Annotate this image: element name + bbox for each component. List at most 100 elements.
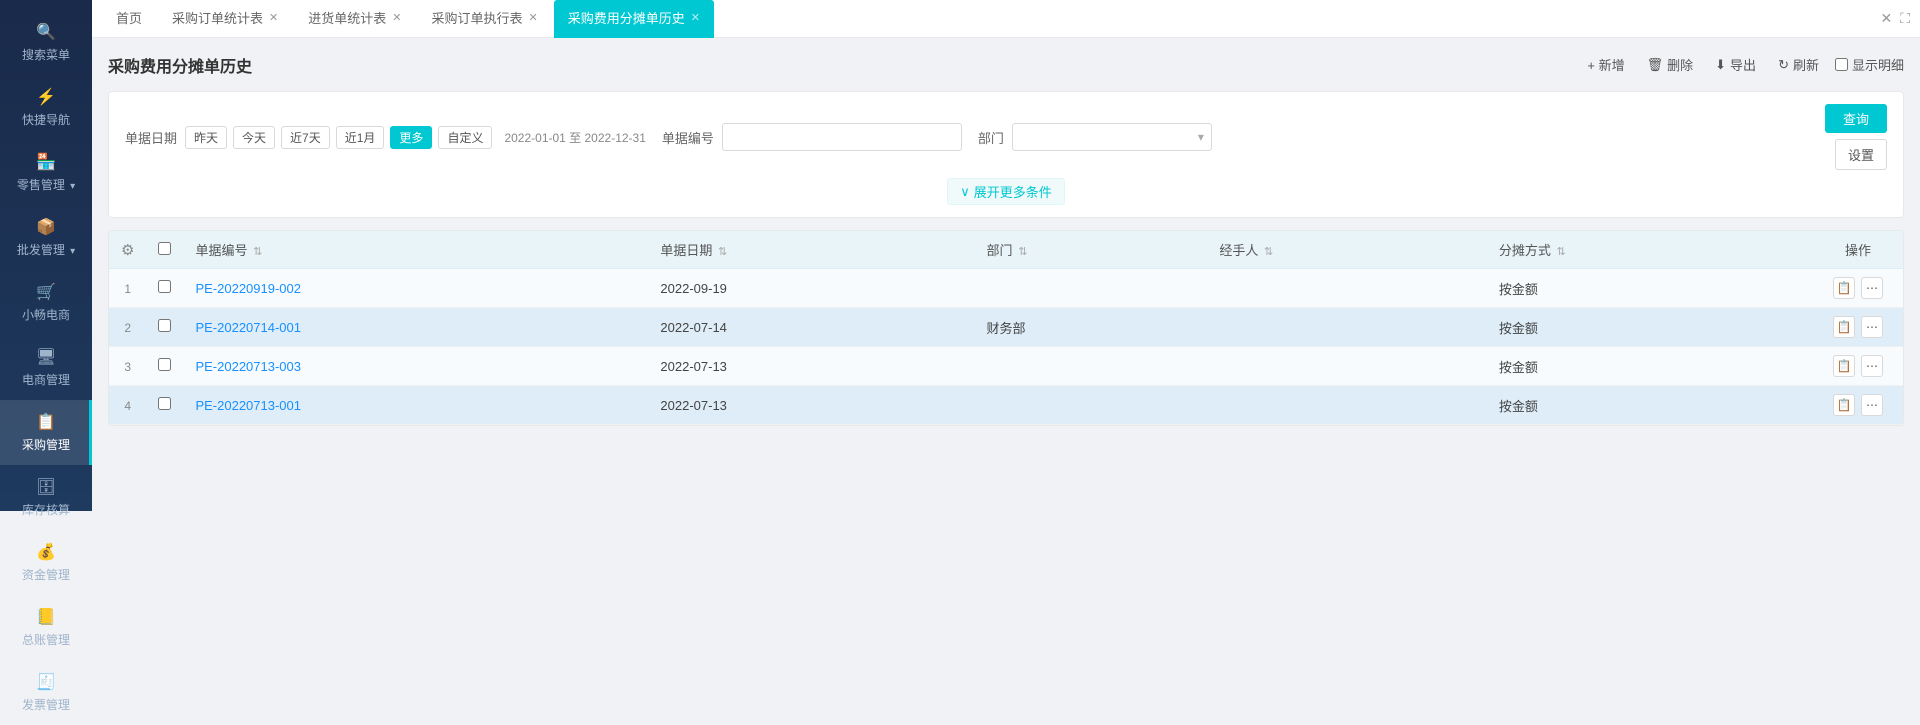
row-handler-1 <box>1207 269 1486 308</box>
bill-no-link-4[interactable]: PE-20220713-001 <box>195 398 301 413</box>
split-method-sort-icon[interactable]: ⇅ <box>1556 246 1565 258</box>
date-btn-0[interactable]: 昨天 <box>185 126 227 149</box>
op-more-4[interactable]: ⋯ <box>1861 394 1883 416</box>
date-filter-group: 单据日期 昨天今天近7天近1月更多自定义 2022-01-01 至 2022-1… <box>125 126 646 149</box>
date-btn-1[interactable]: 今天 <box>233 126 275 149</box>
tab-label-purchase-cost-history: 采购费用分摊单历史 <box>568 8 685 27</box>
bill-no-link-3[interactable]: PE-20220713-003 <box>195 359 301 374</box>
date-btn-3[interactable]: 近1月 <box>336 126 385 149</box>
close-window-icon[interactable]: ✕ <box>1880 10 1892 27</box>
show-cols-checkbox[interactable]: 显示明细 <box>1835 55 1904 74</box>
tab-label-purchase-order-exec: 采购订单执行表 <box>431 8 522 27</box>
bill-no-sort-icon[interactable]: ⇅ <box>253 246 262 258</box>
add-button[interactable]: + 新增 <box>1581 52 1630 77</box>
refresh-button[interactable]: ↻ 刷新 <box>1772 52 1825 77</box>
date-buttons: 昨天今天近7天近1月更多自定义 <box>185 126 492 149</box>
sidebar-item-ecom-small[interactable]: 🛒 小畅电商 <box>0 270 92 335</box>
col-bill-no-header: 单据编号 ⇅ <box>183 231 648 269</box>
tab-purchase-cost-history[interactable]: 采购费用分摊单历史 ✕ <box>554 0 714 38</box>
sidebar-item-ecom[interactable]: 🖥 电商管理 <box>0 335 92 400</box>
tab-purchase-order-exec[interactable]: 采购订单执行表 ✕ <box>417 0 551 38</box>
op-edit-3[interactable]: 📋 <box>1833 355 1855 377</box>
row-split-method-3: 按金额 <box>1487 347 1813 386</box>
bill-no-input[interactable] <box>722 123 962 151</box>
row-checkbox-2[interactable] <box>158 319 171 332</box>
row-check-3 <box>146 347 183 386</box>
table-head: ⚙ 单据编号 ⇅ 单据日期 ⇅ <box>109 231 1903 269</box>
tab-purchase-order-stats[interactable]: 采购订单统计表 ✕ <box>158 0 292 38</box>
sidebar-label-search: 搜索菜单 <box>22 48 70 62</box>
bill-no-link-1[interactable]: PE-20220919-002 <box>195 281 301 296</box>
table-wrap: ⚙ 单据编号 ⇅ 单据日期 ⇅ <box>108 230 1904 426</box>
sidebar-label-wholesale: 批发管理 ▾ <box>17 243 75 257</box>
sidebar-item-ledger[interactable]: 📒 总账管理 <box>0 595 92 660</box>
sidebar-item-quick[interactable]: ⚡ 快捷导航 <box>0 75 92 140</box>
bill-no-link-2[interactable]: PE-20220714-001 <box>195 320 301 335</box>
op-icons-4: 📋 ⋯ <box>1825 394 1891 416</box>
col-split-method-header: 分摊方式 ⇅ <box>1487 231 1813 269</box>
sidebar: 🔍 搜索菜单 ⚡ 快捷导航 🏪 零售管理 ▾ 📦 批发管理 ▾ 🛒 小畅电商 🖥… <box>0 0 92 511</box>
tab-bar: 首页 采购订单统计表 ✕ 进货单统计表 ✕ 采购订单执行表 ✕ 采购费用分摊单历… <box>92 0 1920 38</box>
row-checkbox-4[interactable] <box>158 397 171 410</box>
op-edit-4[interactable]: 📋 <box>1833 394 1855 416</box>
op-edit-2[interactable]: 📋 <box>1833 316 1855 338</box>
tab-close-purchase-cost-history[interactable]: ✕ <box>691 11 700 24</box>
tab-close-inbound-stats[interactable]: ✕ <box>392 11 401 24</box>
sidebar-item-search[interactable]: 🔍 搜索菜单 <box>0 10 92 75</box>
bill-date-sort-icon[interactable]: ⇅ <box>718 246 727 258</box>
dept-sort-icon[interactable]: ⇅ <box>1018 246 1027 258</box>
row-handler-4 <box>1207 386 1486 425</box>
row-op-4: 📋 ⋯ <box>1813 386 1903 425</box>
table-row: 1 PE-20220919-002 2022-09-19 按金额 📋 ⋯ <box>109 269 1903 308</box>
col-bill-date-header: 单据日期 ⇅ <box>648 231 974 269</box>
op-edit-1[interactable]: 📋 <box>1833 277 1855 299</box>
sidebar-label-purchase: 采购管理 <box>22 438 70 452</box>
maximize-icon[interactable]: ⛶ <box>1900 10 1910 27</box>
row-op-2: 📋 ⋯ <box>1813 308 1903 347</box>
tab-close-purchase-order-stats[interactable]: ✕ <box>269 11 278 24</box>
filter-area: 单据日期 昨天今天近7天近1月更多自定义 2022-01-01 至 2022-1… <box>108 91 1904 218</box>
table-settings-icon[interactable]: ⚙ <box>121 242 134 259</box>
row-split-method-4: 按金额 <box>1487 386 1813 425</box>
row-checkbox-3[interactable] <box>158 358 171 371</box>
sidebar-item-purchase[interactable]: 📋 采购管理 <box>0 400 92 465</box>
op-icons-3: 📋 ⋯ <box>1825 355 1891 377</box>
op-more-3[interactable]: ⋯ <box>1861 355 1883 377</box>
delete-button[interactable]: 🗑 删除 <box>1641 52 1700 77</box>
query-button[interactable]: 查询 <box>1825 104 1887 133</box>
select-all-checkbox[interactable] <box>158 242 171 255</box>
row-checkbox-1[interactable] <box>158 280 171 293</box>
page-header: 采购费用分摊单历史 + 新增 🗑 删除 ⬇ 导出 ↻ 刷新 显示明细 <box>108 52 1904 77</box>
dept-filter-group: 部门 财务部 <box>978 123 1212 151</box>
row-bill-no-2: PE-20220714-001 <box>183 308 648 347</box>
export-button[interactable]: ⬇ 导出 <box>1709 52 1762 77</box>
sidebar-label-retail: 零售管理 ▾ <box>17 178 75 192</box>
table-row: 4 PE-20220713-001 2022-07-13 按金额 📋 ⋯ <box>109 386 1903 425</box>
date-btn-4[interactable]: 更多 <box>390 126 432 149</box>
dept-select[interactable]: 财务部 <box>1012 123 1212 151</box>
date-btn-5[interactable]: 自定义 <box>438 126 492 149</box>
row-bill-no-3: PE-20220713-003 <box>183 347 648 386</box>
main-content: 首页 采购订单统计表 ✕ 进货单统计表 ✕ 采购订单执行表 ✕ 采购费用分摊单历… <box>92 0 1920 511</box>
op-more-1[interactable]: ⋯ <box>1861 277 1883 299</box>
sidebar-item-invoice[interactable]: 🧾 发票管理 <box>0 660 92 725</box>
sidebar-item-finance[interactable]: 💰 资金管理 <box>0 530 92 595</box>
handler-sort-icon[interactable]: ⇅ <box>1264 246 1273 258</box>
show-cols-input[interactable] <box>1835 58 1848 71</box>
tab-inbound-stats[interactable]: 进货单统计表 ✕ <box>294 0 415 38</box>
tab-home[interactable]: 首页 <box>102 0 156 38</box>
settings-button[interactable]: 设置 <box>1835 139 1887 170</box>
expand-icon: ∨ <box>960 184 970 200</box>
row-bill-date-4: 2022-07-13 <box>648 386 974 425</box>
row-bill-date-1: 2022-09-19 <box>648 269 974 308</box>
sidebar-item-wholesale[interactable]: 📦 批发管理 ▾ <box>0 205 92 270</box>
expand-filter-button[interactable]: ∨ 展开更多条件 <box>947 178 1065 205</box>
date-btn-2[interactable]: 近7天 <box>281 126 330 149</box>
row-dept-1 <box>975 269 1208 308</box>
row-handler-2 <box>1207 308 1486 347</box>
op-more-2[interactable]: ⋯ <box>1861 316 1883 338</box>
sidebar-item-retail[interactable]: 🏪 零售管理 ▾ <box>0 140 92 205</box>
row-num-4: 4 <box>109 386 146 425</box>
sidebar-item-inventory[interactable]: 🗄 库存核算 <box>0 465 92 530</box>
tab-close-purchase-order-exec[interactable]: ✕ <box>529 11 538 24</box>
